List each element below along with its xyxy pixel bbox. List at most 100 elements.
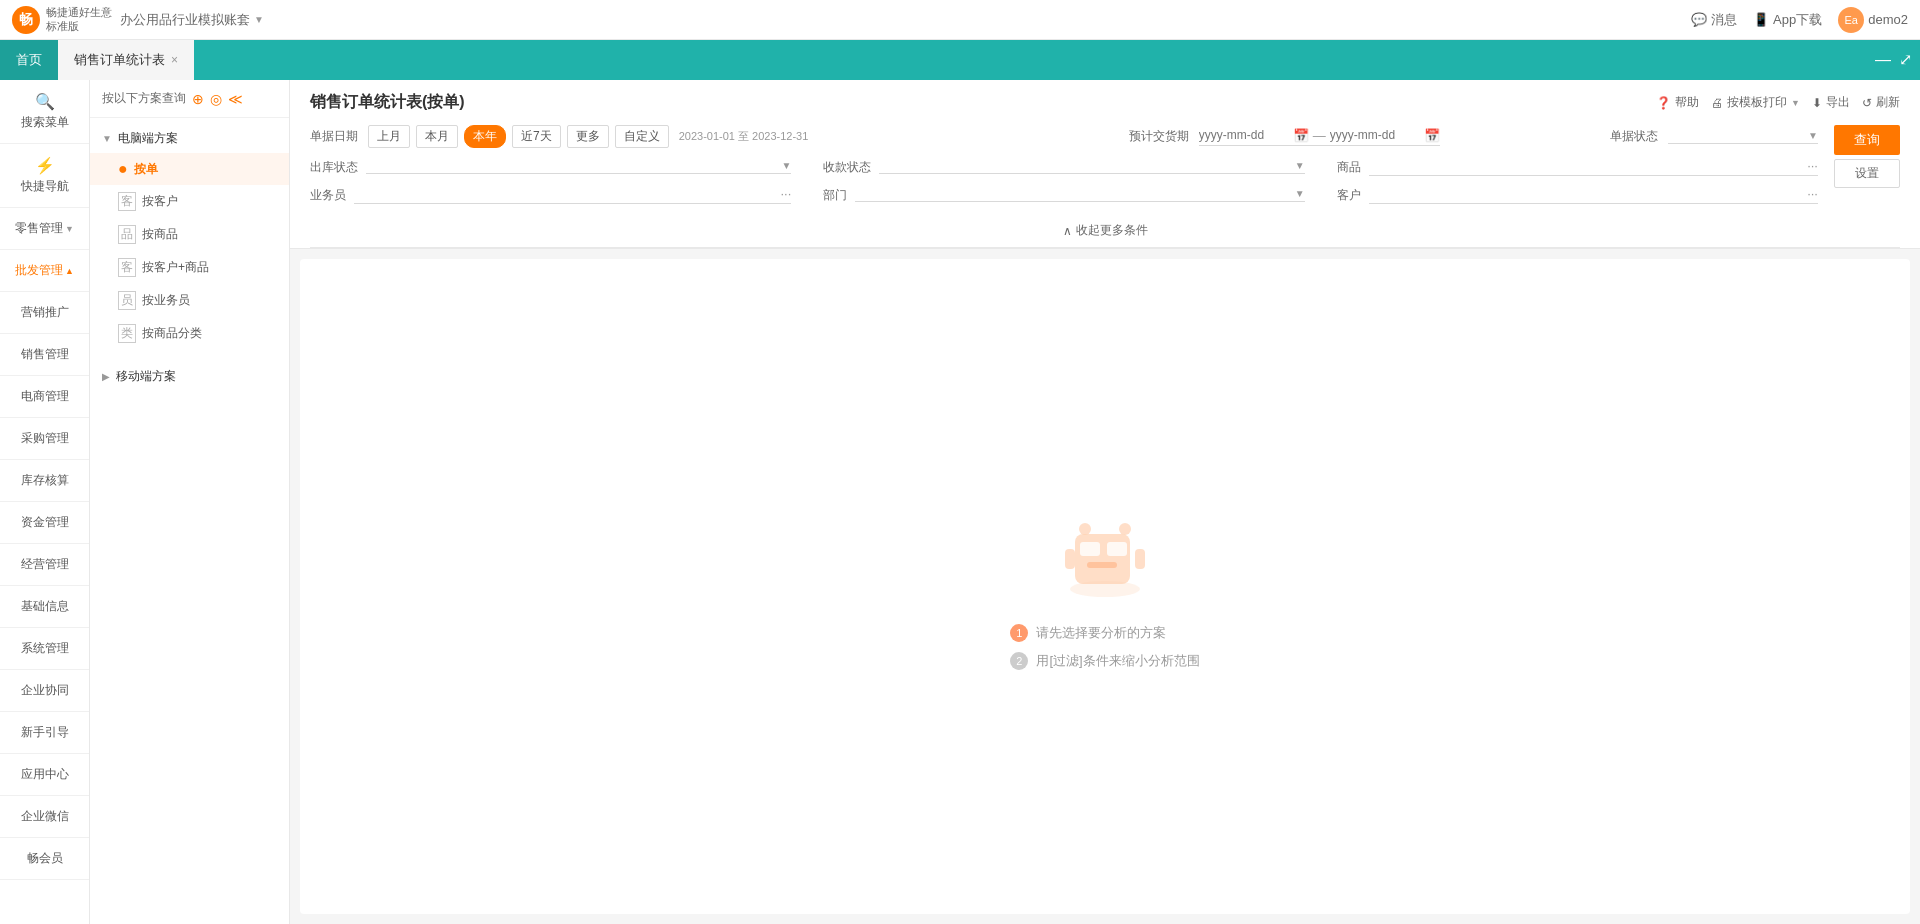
collapse-bar[interactable]: ∧ 收起更多条件 [310,214,1900,248]
svg-rect-3 [1107,542,1127,556]
scheme-by-category[interactable]: 类 按商品分类 [90,317,289,350]
product-select[interactable]: ··· [1369,158,1818,176]
svg-point-6 [1119,523,1131,535]
tab-minimize-btn[interactable]: — [1875,52,1891,68]
date-filter-group: 上月 本月 本年 近7天 更多 自定义 [368,125,669,148]
delivery-select[interactable]: ▼ [366,160,791,174]
sidebar-item-operations[interactable]: 经营管理 [0,544,89,586]
sidebar-item-inventory[interactable]: 库存核算 [0,460,89,502]
svg-point-5 [1079,523,1091,535]
filter-action-col: 查询 设置 [1834,125,1900,188]
sidebar-item-appstore[interactable]: 应用中心 [0,754,89,796]
sidebar-item-sales[interactable]: 销售管理 [0,334,89,376]
by-cust-prod-icon: 客 [118,258,136,277]
sidebar-item-label-enterprise: 企业协同 [21,682,69,699]
sidebar-item-purchase[interactable]: 采购管理 [0,418,89,460]
empty-state: 1 请先选择要分析的方案 2 用[过滤]条件来缩小分析范围 [300,259,1910,914]
scheme-by-customer[interactable]: 客 按客户 [90,185,289,218]
expected-date-calendar2-icon[interactable]: 📅 [1424,128,1440,143]
collapse-conditions-btn[interactable]: ∧ 收起更多条件 [1063,222,1148,239]
print-btn[interactable]: 🖨 按模板打印 ▼ [1711,94,1800,111]
customer-ellipsis-icon[interactable]: ··· [1807,186,1818,201]
prev-month-btn[interactable]: 上月 [368,125,410,148]
this-month-btn[interactable]: 本月 [416,125,458,148]
status-label: 单据状态 [1610,128,1658,145]
sidebar-item-wholesale[interactable]: 批发管理 ▲ [0,250,89,292]
expected-date-to[interactable] [1330,128,1420,142]
tab-sales-stats[interactable]: 销售订单统计表 × [58,40,194,80]
sidebar-item-basic[interactable]: 基础信息 [0,586,89,628]
help-btn[interactable]: ❓ 帮助 [1656,94,1699,111]
user-area[interactable]: Ea demo2 [1838,7,1908,33]
custom-date-btn[interactable]: 自定义 [615,125,669,148]
scheme-by-order[interactable]: ● 按单 [90,153,289,185]
salesperson-ellipsis-icon[interactable]: ··· [780,186,791,201]
expected-date-calendar-icon[interactable]: 📅 [1293,128,1309,143]
pc-scheme-group[interactable]: ▼ 电脑端方案 [90,124,289,153]
export-btn[interactable]: ⬇ 导出 [1812,94,1850,111]
scheme-by-salesperson[interactable]: 员 按业务员 [90,284,289,317]
empty-steps: 1 请先选择要分析的方案 2 用[过滤]条件来缩小分析范围 [1010,624,1199,670]
top-bar-right: 💬 消息 📱 App下载 Ea demo2 [1691,7,1908,33]
app-download-btn[interactable]: 📱 App下载 [1753,11,1822,29]
salesperson-select[interactable]: ··· [354,186,791,204]
customer-select[interactable]: ··· [1369,186,1818,204]
logo-area: 畅 畅捷通好生意 标准版 [12,6,112,34]
page-title-row: 销售订单统计表(按单) ❓ 帮助 🖨 按模板打印 ▼ ⬇ [310,92,1900,113]
status-select[interactable]: ▼ [1668,130,1818,144]
step1-num: 1 [1010,624,1028,642]
by-order-icon: ● [118,160,128,178]
tab-maximize-btn[interactable]: ⤢ [1899,52,1912,68]
app-download-label: App下载 [1773,11,1822,29]
sidebar-item-wechat[interactable]: 企业微信 [0,796,89,838]
product-ellipsis-icon[interactable]: ··· [1807,158,1818,173]
status-select-arrow: ▼ [1808,130,1818,141]
svg-rect-7 [1065,549,1075,569]
sidebar-item-label-ops: 经营管理 [21,556,69,573]
date-range-text: 2023-01-01 至 2023-12-31 [679,129,809,144]
print-label: 按模板打印 [1727,94,1787,111]
sidebar-item-system[interactable]: 系统管理 [0,628,89,670]
sidebar-item-label-newbie: 新手引导 [21,724,69,741]
sidebar-item-quick-nav[interactable]: ⚡ 快捷导航 [0,144,89,208]
empty-step-2: 2 用[过滤]条件来缩小分析范围 [1010,652,1199,670]
department-select[interactable]: ▼ [855,188,1304,202]
this-year-btn[interactable]: 本年 [464,125,506,148]
scheme-by-customer-label: 按客户 [142,193,178,210]
logo-icon: 畅 [12,6,40,34]
scheme-by-product[interactable]: 品 按商品 [90,218,289,251]
payment-select[interactable]: ▼ [879,160,1304,174]
refresh-btn[interactable]: ↺ 刷新 [1862,94,1900,111]
mobile-scheme-group[interactable]: ▶ 移动端方案 [90,362,289,391]
tab-home-label: 首页 [16,51,42,69]
by-salesperson-icon: 员 [118,291,136,310]
query-btn[interactable]: 查询 [1834,125,1900,155]
last7-btn[interactable]: 近7天 [512,125,561,148]
left-panel: 按以下方案查询 ⊕ ◎ ≪ ▼ 电脑端方案 ● 按单 客 按客户 [90,80,290,924]
sidebar-item-vip[interactable]: 畅会员 [0,838,89,880]
sidebar-item-finance[interactable]: 资金管理 [0,502,89,544]
sidebar-item-marketing[interactable]: 营销推广 [0,292,89,334]
settings-scheme-icon[interactable]: ◎ [210,91,222,107]
more-date-btn[interactable]: 更多 [567,125,609,148]
expected-date-from[interactable] [1199,128,1289,142]
main-layout: 🔍 搜索菜单 ⚡ 快捷导航 零售管理 ▼ 批发管理 ▲ 营销推广 销售管理 电商… [0,80,1920,924]
scheme-by-cust-prod[interactable]: 客 按客户+商品 [90,251,289,284]
sidebar-item-enterprise[interactable]: 企业协同 [0,670,89,712]
sidebar-item-ecommerce[interactable]: 电商管理 [0,376,89,418]
tab-home[interactable]: 首页 [0,40,58,80]
add-scheme-icon[interactable]: ⊕ [192,91,204,107]
collapse-panel-icon[interactable]: ≪ [228,91,243,107]
sidebar-item-retail[interactable]: 零售管理 ▼ [0,208,89,250]
tab-close-icon[interactable]: × [171,53,178,67]
page-actions: ❓ 帮助 🖨 按模板打印 ▼ ⬇ 导出 ↺ [1656,94,1900,111]
logo-text: 畅捷通好生意 标准版 [46,6,112,32]
breadcrumb-dropdown-icon[interactable]: ▼ [254,14,264,25]
pc-scheme-label: 电脑端方案 [118,130,178,147]
settings-btn[interactable]: 设置 [1834,159,1900,188]
sidebar-item-label-finance: 资金管理 [21,514,69,531]
sidebar-item-newbie[interactable]: 新手引导 [0,712,89,754]
message-btn[interactable]: 💬 消息 [1691,11,1737,29]
scheme-by-cust-prod-label: 按客户+商品 [142,259,209,276]
sidebar-item-search-menu[interactable]: 🔍 搜索菜单 [0,80,89,144]
